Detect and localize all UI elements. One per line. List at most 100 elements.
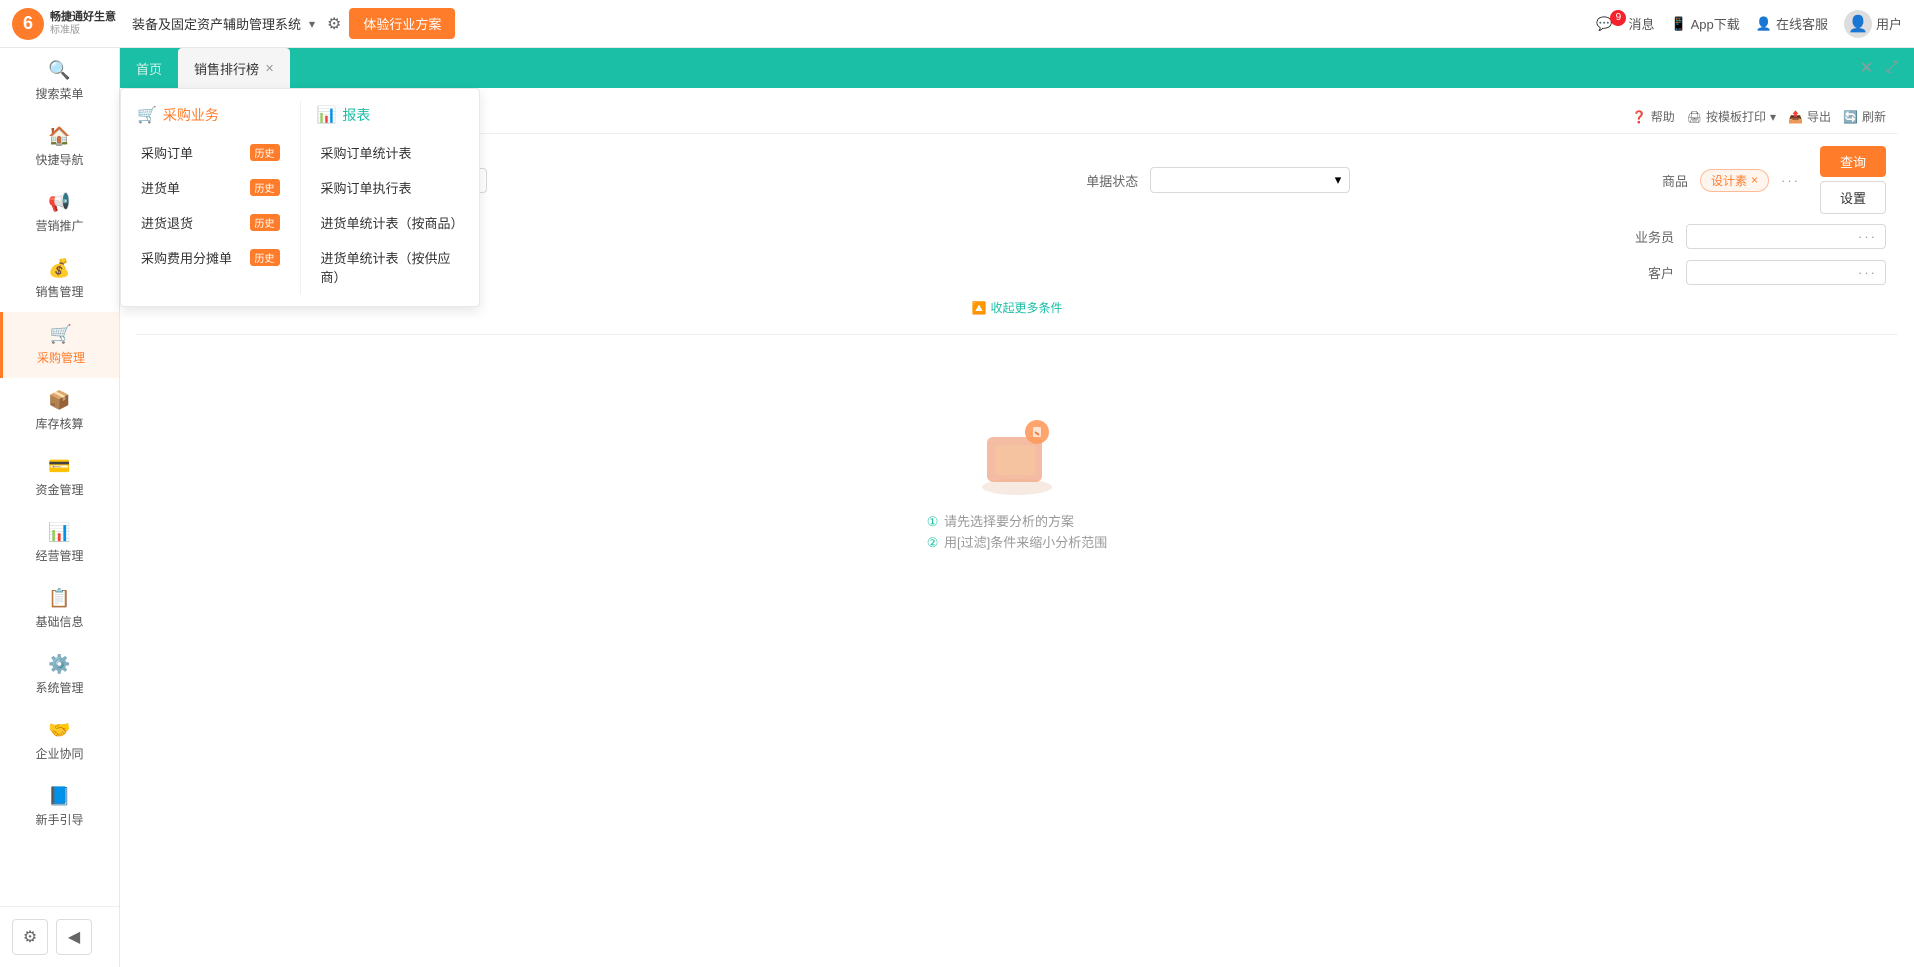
sales-icon: 💰	[48, 258, 70, 279]
dropdown-col-reports: 📊 报表 采购订单统计表 采购订单执行表 进货单统计表（按商品） 进货单统计表（…	[300, 101, 480, 294]
sidebar-item-inventory[interactable]: 📦 库存核算	[0, 378, 119, 444]
query-btn[interactable]: 查询	[1820, 146, 1886, 177]
settings-btn[interactable]: 设置	[1820, 181, 1886, 214]
help-icon: ❓	[1632, 110, 1647, 124]
export-btn[interactable]: 📤 导出	[1788, 108, 1831, 125]
basic-info-icon: 📋	[48, 588, 70, 609]
tab-sales-rank[interactable]: 销售排行榜 ✕	[178, 48, 290, 88]
sidebar-item-search[interactable]: 🔍 搜索菜单	[0, 48, 119, 114]
home-icon: 🏠	[48, 126, 70, 147]
goods-tag-remove[interactable]: ×	[1751, 173, 1758, 187]
dropdown-menu: 🛒 采购业务 采购订单 历史 进货单 历史 进货退货 历史 采购费用分摊单 历史	[120, 88, 480, 307]
sidebar-settings-btn[interactable]: ⚙	[12, 919, 48, 955]
tab-home[interactable]: 首页	[120, 48, 178, 88]
menu-item-expense[interactable]: 采购费用分摊单 历史	[137, 240, 284, 275]
empty-icon	[967, 417, 1067, 497]
goods-more-btn[interactable]: ···	[1781, 173, 1800, 188]
service-icon: 👤	[1756, 16, 1772, 32]
doc-status-input[interactable]: ▾	[1150, 167, 1350, 193]
menu-item-report-3[interactable]: 进货单统计表（按商品）	[317, 205, 464, 240]
sidebar-item-enterprise[interactable]: 🤝 企业协同	[0, 708, 119, 774]
sidebar-item-quick-nav[interactable]: 🏠 快捷导航	[0, 114, 119, 180]
salesman-input[interactable]: ···	[1686, 224, 1886, 249]
history-badge-2: 历史	[250, 214, 280, 231]
tab-bar-maximize-btn[interactable]: ⤢	[1885, 59, 1898, 77]
logo-text: 畅捷通好生意 标准版	[50, 10, 116, 37]
tab-bar: 首页 销售排行榜 ✕ ✕ ⤢	[120, 48, 1914, 88]
guide-icon: 📘	[48, 786, 70, 807]
col-procurement-icon: 🛒	[137, 105, 157, 125]
menu-item-report-1[interactable]: 采购订单统计表	[317, 135, 464, 170]
dropdown-col-procurement: 🛒 采购业务 采购订单 历史 进货单 历史 进货退货 历史 采购费用分摊单 历史	[121, 101, 300, 294]
avatar: 👤	[1844, 10, 1872, 38]
sidebar-item-operations[interactable]: 📊 经营管理	[0, 510, 119, 576]
refresh-btn[interactable]: 🔄 刷新	[1843, 108, 1886, 125]
sidebar: 🔍 搜索菜单 🏠 快捷导航 📢 营销推广 💰 销售管理 🛒 采购管理 📦 库存核…	[0, 48, 120, 967]
col-procurement-header: 🛒 采购业务	[137, 101, 284, 135]
collapse-up-icon: 🔼	[972, 301, 987, 315]
customer-input[interactable]: ···	[1686, 260, 1886, 285]
help-btn[interactable]: ❓ 帮助	[1632, 108, 1675, 125]
salesman-more-btn[interactable]: ···	[1858, 229, 1877, 244]
goods-label: 商品	[1662, 171, 1688, 190]
industry-btn[interactable]: 体验行业方案	[349, 8, 455, 39]
tab-bar-close-btn[interactable]: ✕	[1860, 58, 1873, 78]
col-reports-icon: 📊	[317, 105, 337, 125]
refresh-icon: 🔄	[1843, 110, 1858, 124]
doc-status-chevron: ▾	[1335, 172, 1342, 188]
operations-icon: 📊	[48, 522, 70, 543]
empty-state: ① 请先选择要分析的方案 ② 用[过滤]条件来缩小分析范围	[136, 335, 1898, 635]
menu-item-purchase-order[interactable]: 采购订单 历史	[137, 135, 284, 170]
logo-icon: 6	[12, 8, 44, 40]
sidebar-item-guide[interactable]: 📘 新手引导	[0, 774, 119, 840]
customer-more-btn[interactable]: ···	[1858, 265, 1877, 280]
user-btn[interactable]: 👤 用户	[1844, 10, 1902, 38]
print-icon: 🖨	[1687, 110, 1702, 124]
top-header: 6 畅捷通好生意 标准版 装备及固定资产辅助管理系统 ▾ ⚙ 体验行业方案 💬 …	[0, 0, 1914, 48]
menu-item-incoming[interactable]: 进货单 历史	[137, 170, 284, 205]
capital-icon: 💳	[48, 456, 70, 477]
col-reports-header: 📊 报表	[317, 101, 464, 135]
dropdown-columns: 🛒 采购业务 采购订单 历史 进货单 历史 进货退货 历史 采购费用分摊单 历史	[121, 101, 479, 294]
history-badge-0: 历史	[250, 144, 280, 161]
marketing-icon: 📢	[48, 192, 70, 213]
goods-tag: 设计素 ×	[1700, 169, 1769, 192]
procurement-icon: 🛒	[50, 324, 72, 345]
doc-status-label: 单据状态	[1086, 171, 1138, 190]
menu-item-report-2[interactable]: 采购订单执行表	[317, 170, 464, 205]
tab-close-btn[interactable]: ✕	[265, 62, 274, 75]
menu-item-report-4[interactable]: 进货单统计表（按供应商）	[317, 240, 464, 294]
phone-icon: 📱	[1670, 16, 1686, 32]
gear-icon[interactable]: ⚙	[327, 14, 341, 34]
settings-icon: ⚙	[23, 927, 37, 947]
print-btn[interactable]: 🖨 按模板打印 ▾	[1687, 108, 1776, 125]
menu-item-return[interactable]: 进货退货 历史	[137, 205, 284, 240]
inventory-icon: 📦	[48, 390, 70, 411]
system-dropdown-btn[interactable]: ▾	[309, 17, 315, 31]
sidebar-item-procurement[interactable]: 🛒 采购管理	[0, 312, 119, 378]
collapse-icon: ◀	[68, 927, 80, 947]
message-badge: 9	[1610, 10, 1626, 26]
export-icon: 📤	[1788, 110, 1803, 124]
history-badge-1: 历史	[250, 179, 280, 196]
history-badge-3: 历史	[250, 249, 280, 266]
sidebar-bottom: ⚙ ◀	[0, 906, 119, 967]
sidebar-item-marketing[interactable]: 📢 营销推广	[0, 180, 119, 246]
header-right: 💬 9 消息 📱 App下载 👤 在线客服 👤 用户	[1596, 10, 1902, 38]
online-service-btn[interactable]: 👤 在线客服	[1756, 14, 1828, 33]
empty-text: ① 请先选择要分析的方案 ② 用[过滤]条件来缩小分析范围	[927, 509, 1108, 553]
sidebar-collapse-btn[interactable]: ◀	[56, 919, 92, 955]
app-download-btn[interactable]: 📱 App下载	[1670, 14, 1739, 33]
salesman-label: 业务员	[1635, 227, 1674, 246]
sidebar-item-basic-info[interactable]: 📋 基础信息	[0, 576, 119, 642]
sidebar-item-system[interactable]: ⚙️ 系统管理	[0, 642, 119, 708]
print-chevron: ▾	[1770, 110, 1776, 124]
search-icon: 🔍	[48, 60, 70, 81]
sidebar-item-sales[interactable]: 💰 销售管理	[0, 246, 119, 312]
logo-area: 6 畅捷通好生意 标准版	[12, 8, 132, 40]
enterprise-icon: 🤝	[48, 720, 70, 741]
system-name: 装备及固定资产辅助管理系统	[132, 14, 301, 33]
system-icon: ⚙️	[48, 654, 70, 675]
sidebar-item-capital[interactable]: 💳 资金管理	[0, 444, 119, 510]
messages-btn[interactable]: 💬 9 消息	[1596, 14, 1654, 33]
